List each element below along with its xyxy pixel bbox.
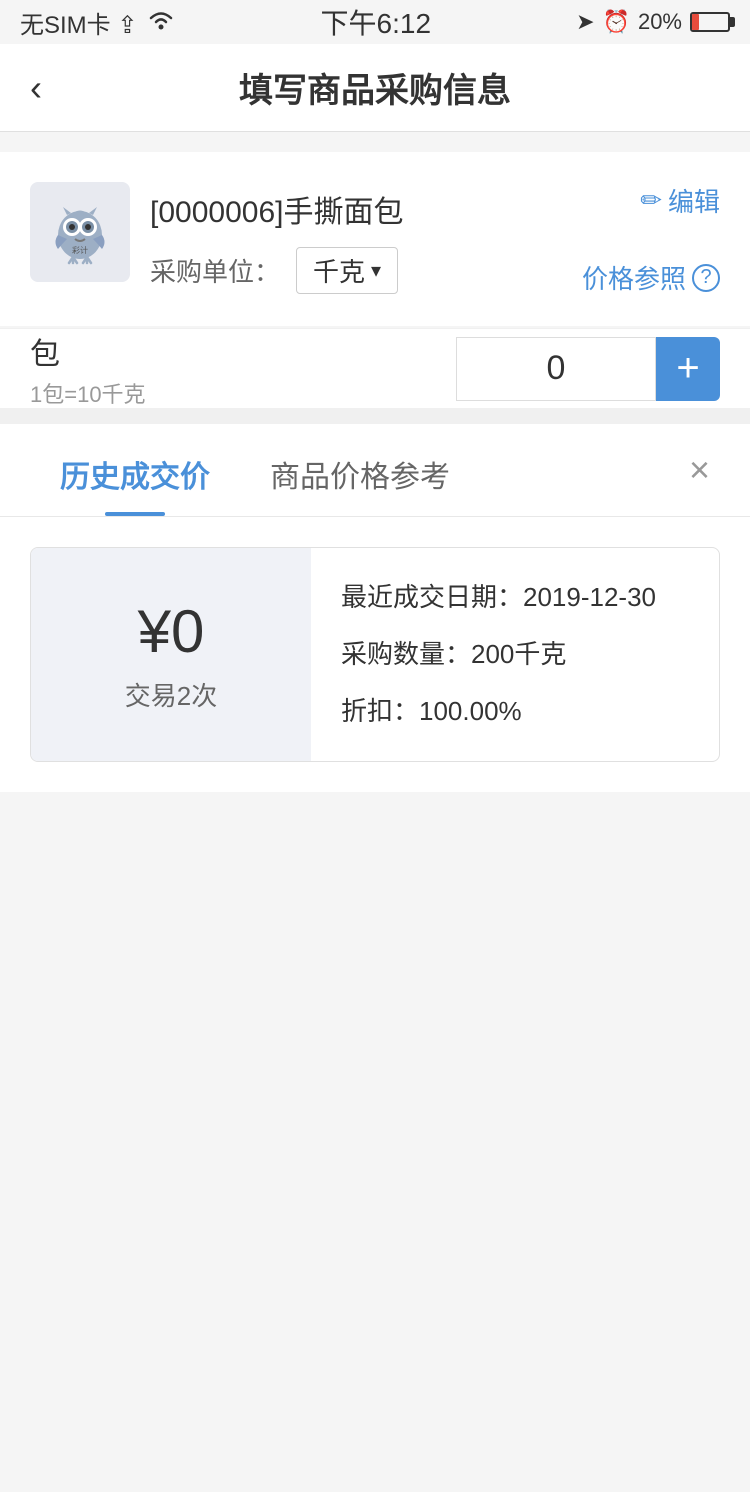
svg-text:彩计: 彩计 — [72, 245, 88, 255]
price-detail-date: 最近成交日期：2019-12-30 — [341, 578, 689, 617]
unit-select-dropdown[interactable]: 千克 ▾ — [296, 247, 398, 294]
unit-value: 千克 — [313, 252, 365, 289]
price-ref-label: 价格参照 — [582, 259, 686, 296]
price-detail-discount: 折扣：100.00% — [341, 692, 689, 731]
detail-discount-label: 折扣： — [341, 696, 419, 726]
status-time: 下午6:12 — [321, 2, 432, 42]
battery-icon — [690, 12, 730, 32]
edit-icon: ✏ — [640, 185, 662, 216]
product-image: 彩计 — [30, 182, 130, 282]
price-card: ¥0 交易2次 最近成交日期：2019-12-30 采购数量：200千克 折扣：… — [30, 547, 720, 762]
quantity-conversion-label: 1包=10千克 — [30, 377, 146, 409]
detail-date-value: 2019-12-30 — [523, 582, 656, 612]
status-right: ➤ ⏰ 20% — [576, 9, 730, 35]
detail-quantity-value: 200千克 — [471, 639, 566, 669]
nav-bar: ‹ 填写商品采购信息 — [0, 44, 750, 132]
tabs-section: 历史成交价 商品价格参考 × — [0, 424, 750, 517]
product-info: [0000006]手撕面包 采购单位： 千克 ▾ — [150, 182, 403, 294]
price-ref-question-icon: ? — [692, 264, 720, 292]
tab-price-reference[interactable]: 商品价格参考 — [240, 424, 480, 516]
edit-label: 编辑 — [668, 182, 720, 219]
price-amount: ¥0 — [138, 597, 205, 666]
product-owl-icon: 彩计 — [45, 197, 115, 267]
unit-label: 采购单位： — [150, 252, 280, 289]
product-name: [0000006]手撕面包 — [150, 187, 403, 231]
quantity-section: 包 1包=10千克 + — [0, 328, 750, 408]
price-card-left: ¥0 交易2次 — [31, 548, 311, 761]
tab-close-button[interactable]: × — [679, 439, 720, 501]
quantity-label-area: 包 1包=10千克 — [30, 329, 146, 409]
detail-discount-value: 100.00% — [419, 696, 522, 726]
product-right: ✏ 编辑 价格参照 ? — [582, 182, 720, 296]
status-bar: 无SIM卡 ⇪ 下午6:12 ➤ ⏰ 20% — [0, 0, 750, 44]
quantity-controls: + — [456, 337, 720, 401]
wifi-icon — [147, 8, 175, 37]
tab-history-price[interactable]: 历史成交价 — [30, 424, 240, 516]
detail-date-label: 最近成交日期： — [341, 582, 523, 612]
quantity-input[interactable] — [456, 337, 656, 401]
quantity-unit-label: 包 — [30, 329, 146, 373]
carrier-text: 无SIM卡 ⇪ — [20, 5, 137, 40]
price-card-right: 最近成交日期：2019-12-30 采购数量：200千克 折扣：100.00% — [311, 548, 719, 761]
tab-price-reference-label: 商品价格参考 — [270, 461, 450, 494]
product-left: 彩计 [0000006]手撕面包 采购单位： 千克 ▾ — [30, 182, 403, 294]
battery-percent-text: 20% — [638, 9, 682, 35]
tab-history-price-label: 历史成交价 — [60, 461, 210, 494]
price-detail-quantity: 采购数量：200千克 — [341, 635, 689, 674]
product-unit-row: 采购单位： 千克 ▾ — [150, 247, 403, 294]
page-title: 填写商品采购信息 — [239, 63, 511, 112]
detail-quantity-label: 采购数量： — [341, 639, 471, 669]
section-divider — [0, 408, 750, 424]
history-content: ¥0 交易2次 最近成交日期：2019-12-30 采购数量：200千克 折扣：… — [0, 517, 750, 792]
location-icon: ➤ — [576, 9, 594, 35]
tabs-left: 历史成交价 商品价格参考 — [30, 424, 480, 516]
quantity-add-button[interactable]: + — [656, 337, 720, 401]
main-area — [0, 792, 750, 1492]
alarm-icon: ⏰ — [603, 9, 630, 35]
close-icon: × — [689, 449, 710, 490]
status-left: 无SIM卡 ⇪ — [20, 5, 175, 40]
price-count: 交易2次 — [125, 676, 217, 713]
price-reference-link[interactable]: 价格参照 ? — [582, 259, 720, 296]
edit-button[interactable]: ✏ 编辑 — [640, 182, 720, 219]
back-button[interactable]: ‹ — [30, 67, 42, 109]
product-card: 彩计 [0000006]手撕面包 采购单位： 千克 ▾ ✏ 编辑 — [0, 152, 750, 326]
plus-icon: + — [676, 346, 699, 391]
product-header: 彩计 [0000006]手撕面包 采购单位： 千克 ▾ ✏ 编辑 — [30, 182, 720, 296]
dropdown-arrow-icon: ▾ — [371, 258, 381, 283]
